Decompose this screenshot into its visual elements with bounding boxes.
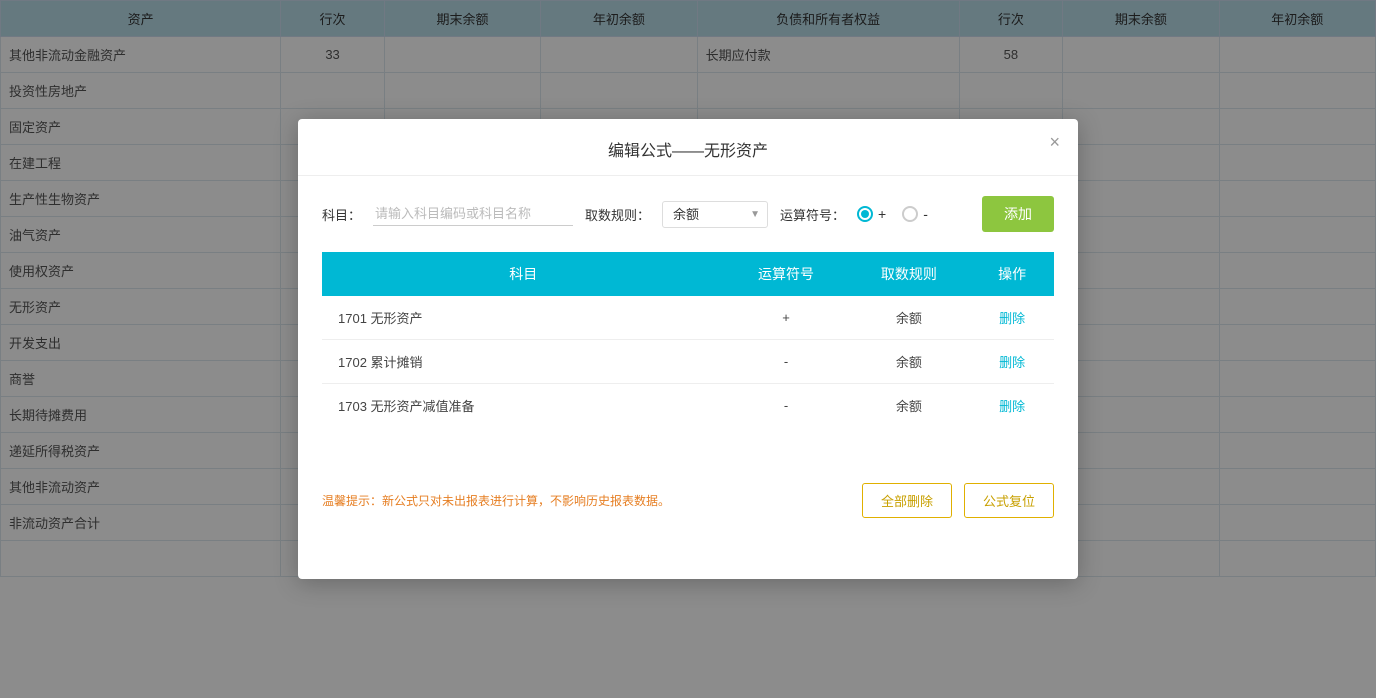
formula-action-cell: 删除 [970,384,1054,428]
subject-input[interactable] [373,202,573,226]
table-header-subject: 科目 [322,252,725,296]
formula-table: 科目 运算符号 取数规则 操作 1701 无形资产+余额删除1702 累计摊销-… [322,252,1054,427]
modal-title: 编辑公式——无形资产 [608,143,768,160]
modal-overlay: 编辑公式——无形资产 × 科目： 取数规则： 余额 借方发生额 贷方发生额 ▼ … [0,0,1376,698]
operator-label: 运算符号： [780,205,845,224]
table-header-operator: 运算符号 [725,252,848,296]
add-button[interactable]: 添加 [982,196,1054,232]
delete-row-button[interactable]: 删除 [999,396,1025,415]
modal-header: 编辑公式——无形资产 × [298,119,1078,176]
formula-subject-cell: 1703 无形资产减值准备 [322,384,725,428]
radio-minus-label: - [923,206,928,222]
rule-select-wrap: 余额 借方发生额 贷方发生额 ▼ [662,201,768,228]
formula-operator-cell: - [725,340,848,384]
delete-all-button[interactable]: 全部删除 [862,483,952,518]
formula-action-cell: 删除 [970,340,1054,384]
radio-plus[interactable]: + [857,206,886,222]
formula-subject-cell: 1702 累计摊销 [322,340,725,384]
formula-operator-cell: + [725,296,848,340]
formula-rule-cell: 余额 [847,340,970,384]
modal-footer: 温馨提示：新公式只对未出报表进行计算，不影响历史报表数据。 全部删除 公式复位 [298,471,1078,538]
formula-rule-cell: 余额 [847,384,970,428]
radio-minus[interactable]: - [902,206,928,222]
formula-table-row: 1703 无形资产减值准备-余额 删除 [322,384,1054,428]
formula-operator-cell: - [725,384,848,428]
subject-label: 科目： [322,205,361,224]
delete-row-button[interactable]: 删除 [999,308,1025,327]
formula-action-cell: 删除 [970,296,1054,340]
delete-row-button[interactable]: 删除 [999,352,1025,371]
formula-subject-cell: 1701 无形资产 [322,296,725,340]
modal-close-button[interactable]: × [1049,133,1060,151]
modal-dialog: 编辑公式——无形资产 × 科目： 取数规则： 余额 借方发生额 贷方发生额 ▼ … [298,119,1078,579]
rule-select[interactable]: 余额 借方发生额 贷方发生额 [662,201,768,228]
reset-formula-button[interactable]: 公式复位 [964,483,1054,518]
footer-buttons: 全部删除 公式复位 [862,483,1054,518]
formula-rule-cell: 余额 [847,296,970,340]
table-header-rule: 取数规则 [847,252,970,296]
operator-radio-group: + - [857,206,928,222]
radio-plus-label: + [878,206,886,222]
radio-minus-circle [902,206,918,222]
formula-table-row: 1701 无形资产+余额 删除 [322,296,1054,340]
rule-label: 取数规则： [585,205,650,224]
table-header-action: 操作 [970,252,1054,296]
form-row: 科目： 取数规则： 余额 借方发生额 贷方发生额 ▼ 运算符号： + [322,196,1054,232]
formula-table-row: 1702 累计摊销-余额 删除 [322,340,1054,384]
radio-plus-circle [857,206,873,222]
modal-body: 科目： 取数规则： 余额 借方发生额 贷方发生额 ▼ 运算符号： + [298,176,1078,471]
hint-text: 温馨提示：新公式只对未出报表进行计算，不影响历史报表数据。 [322,492,670,509]
